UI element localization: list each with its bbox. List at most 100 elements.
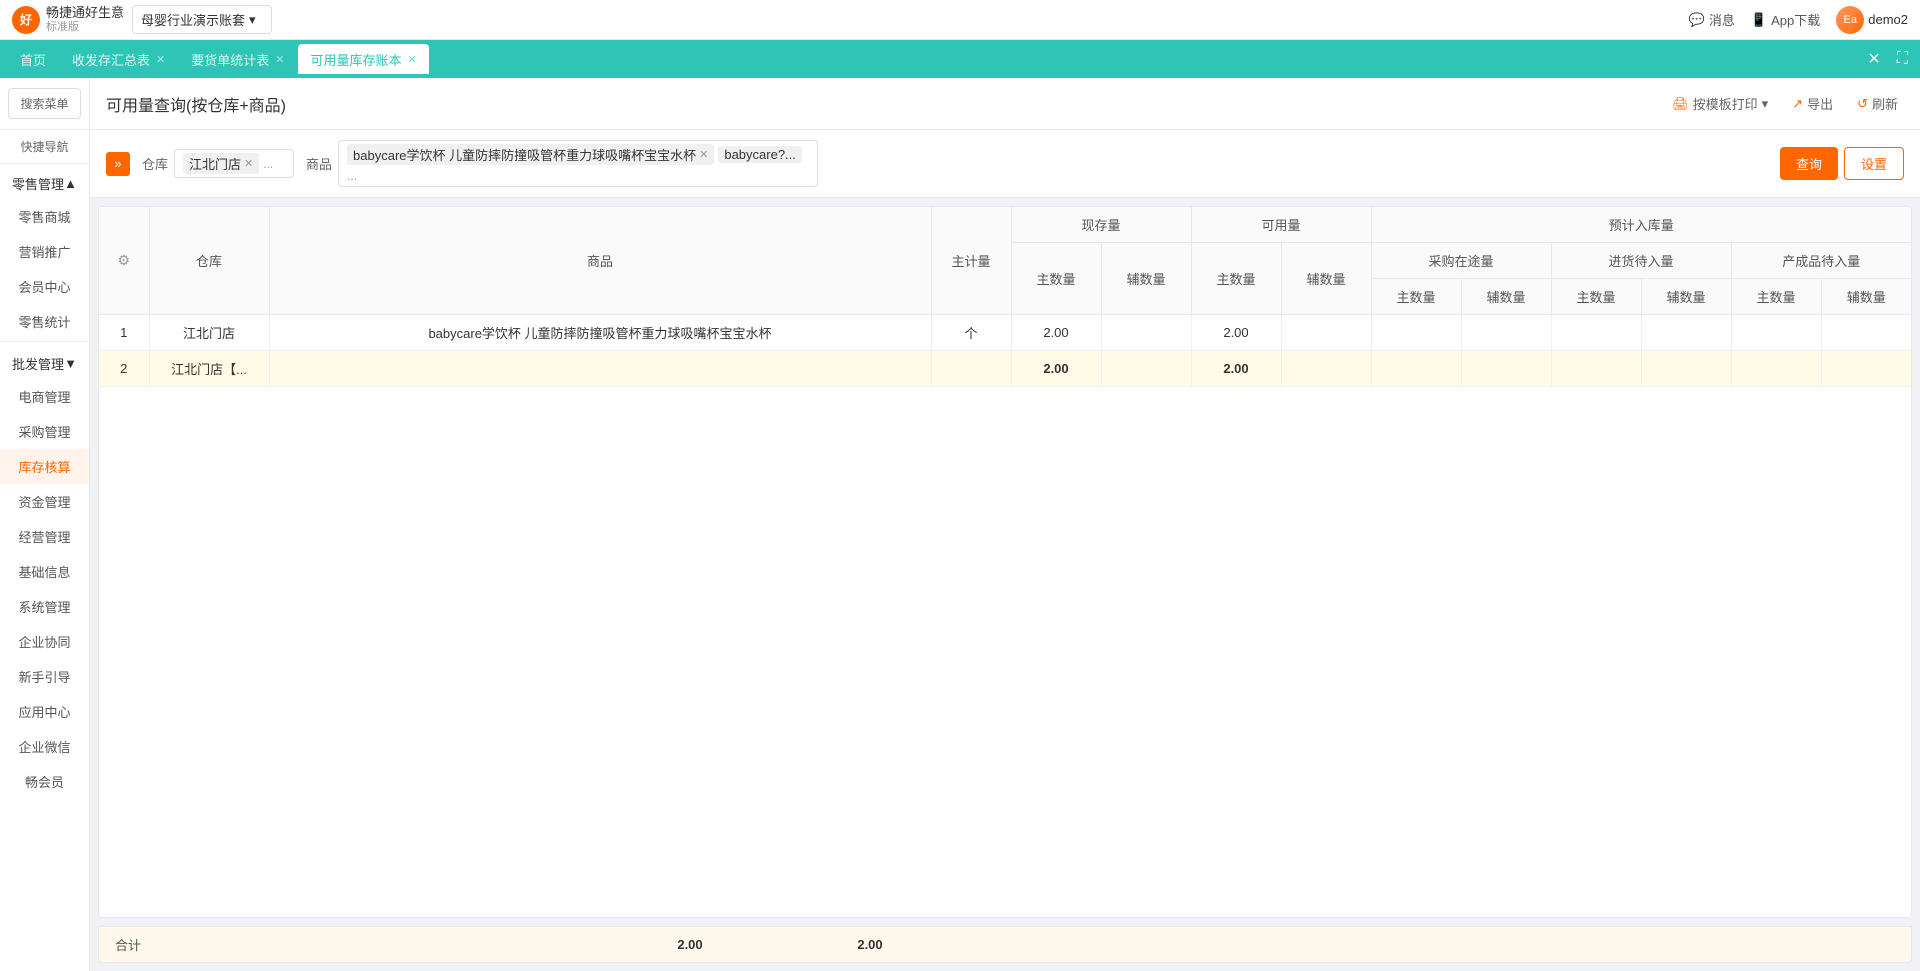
product-tag-1-text: babycare学饮杯 儿童防摔防撞吸管杯重力球吸嘴杯宝宝水杯 (353, 145, 696, 164)
cell-purchase-aux-sub (1461, 351, 1551, 387)
sidebar-item-member[interactable]: 会员中心 (0, 269, 89, 304)
sidebar-item-retail-stats[interactable]: 零售统计 (0, 304, 89, 339)
warehouse-tag-text: 江北门店 (189, 154, 241, 173)
page-title-row: 可用量查询(按仓库+商品) 🖨 按模板打印 ▾ ↗ 导出 ↺ 刷新 (106, 90, 1904, 117)
product-more[interactable]: ... (347, 169, 357, 183)
cell-avail-aux (1281, 315, 1371, 351)
tab-available[interactable]: 可用量库存账本 ✕ (298, 44, 428, 74)
sidebar-item-collab[interactable]: 企业协同 (0, 624, 89, 659)
product-tag-1: babycare学饮杯 儿童防摔防撞吸管杯重力球吸嘴杯宝宝水杯 ✕ (347, 144, 714, 165)
sidebar-item-ecommerce[interactable]: 电商管理 (0, 379, 89, 414)
sidebar-item-purchase[interactable]: 采购管理 (0, 414, 89, 449)
footer-avail-main: 2.00 (825, 937, 915, 952)
sidebar-item-vip[interactable]: 畅会员 (0, 764, 89, 799)
filter-actions: 查询 设置 (1780, 147, 1904, 180)
tab-available-label: 可用量库存账本 (310, 50, 401, 69)
setting-btn[interactable]: 设置 (1844, 147, 1904, 180)
chevron-down-icon: ▾ (1762, 96, 1769, 112)
tab-expand-btn[interactable]: ⛶ (1893, 48, 1912, 70)
sidebar-item-inventory[interactable]: 库存核算 (0, 449, 89, 484)
sidebar: 搜索菜单 快捷导航 零售管理 ▲ 零售商城 营销推广 会员中心 零售统计 批发管… (0, 78, 90, 971)
app-download-label: App下载 (1771, 10, 1820, 29)
user-name: demo2 (1868, 12, 1908, 27)
cell-prod-main (1731, 315, 1821, 351)
th-purchase-transit: 采购在途量 (1371, 243, 1551, 279)
sidebar-item-operation[interactable]: 经营管理 (0, 519, 89, 554)
tab-available-close[interactable]: ✕ (408, 53, 417, 66)
tab-receive[interactable]: 收发存汇总表 ✕ (60, 44, 177, 74)
table-container: ⚙ 仓库 商品 主计量 现存量 可用量 预计入库量 主数量 辅数量 主数量 辅数… (98, 206, 1912, 918)
cell-product-sub (269, 351, 931, 387)
sidebar-item-wechat[interactable]: 企业微信 (0, 729, 89, 764)
sidebar-item-system[interactable]: 系统管理 (0, 589, 89, 624)
tab-receive-close[interactable]: ✕ (156, 53, 165, 66)
tab-order-label: 要货单统计表 (191, 50, 269, 69)
th-warehouse: 仓库 (149, 207, 269, 315)
tab-order[interactable]: 要货单统计表 ✕ (179, 44, 296, 74)
th-avail-aux: 辅数量 (1281, 243, 1371, 315)
page-title: 可用量查询(按仓库+商品) (106, 92, 286, 116)
product-filter: 商品 babycare学饮杯 儿童防摔防撞吸管杯重力球吸嘴杯宝宝水杯 ✕ bab… (306, 140, 818, 187)
th-unit: 主计量 (931, 207, 1011, 315)
cell-purchase-main (1371, 315, 1461, 351)
filter-bar: » 仓库 江北门店 ✕ ... 商品 babycare学饮杯 儿童防摔防撞吸管杯… (90, 130, 1920, 198)
top-bar-right: 💬 消息 📱 App下载 Ea demo2 (1689, 6, 1908, 34)
tab-order-close[interactable]: ✕ (275, 53, 284, 66)
th-settings[interactable]: ⚙ (99, 207, 149, 315)
user-area[interactable]: Ea demo2 (1836, 6, 1908, 34)
cell-current-aux-sub (1101, 351, 1191, 387)
warehouse-tags[interactable]: 江北门店 ✕ ... (174, 149, 294, 178)
app-download-btn[interactable]: 📱 App下载 (1751, 10, 1820, 29)
sidebar-item-retail-mall[interactable]: 零售商城 (0, 199, 89, 234)
industry-select[interactable]: 母婴行业演示账套 ▾ (132, 5, 272, 34)
message-btn[interactable]: 💬 消息 (1689, 10, 1735, 29)
search-menu-btn[interactable]: 搜索菜单 (8, 88, 81, 119)
cell-unit: 个 (931, 315, 1011, 351)
sidebar-item-finance[interactable]: 资金管理 (0, 484, 89, 519)
sidebar-group-retail[interactable]: 零售管理 ▲ (0, 164, 89, 199)
tab-home[interactable]: 首页 (8, 44, 58, 74)
export-label: 导出 (1807, 94, 1833, 113)
sidebar-group-wholesale[interactable]: 批发管理 ▼ (0, 344, 89, 379)
logo-text: 畅捷通好生意 标准版 (46, 5, 124, 34)
warehouse-tag-remove[interactable]: ✕ (244, 157, 253, 170)
th-avail-main: 主数量 (1191, 243, 1281, 315)
settings-icon[interactable]: ⚙ (117, 252, 130, 268)
product-tags[interactable]: babycare学饮杯 儿童防摔防撞吸管杯重力球吸嘴杯宝宝水杯 ✕ babyca… (338, 140, 818, 187)
filter-expand-btn[interactable]: » (106, 152, 130, 176)
chevron-up-icon: ▲ (64, 176, 77, 191)
expand-icon: » (114, 156, 121, 171)
export-btn[interactable]: ↗ 导出 (1786, 90, 1839, 117)
refresh-btn[interactable]: ↺ 刷新 (1851, 90, 1904, 117)
sidebar-item-marketing[interactable]: 营销推广 (0, 234, 89, 269)
logo-area: 好 畅捷通好生意 标准版 (12, 5, 124, 34)
warehouse-label: 仓库 (142, 154, 168, 173)
th-prod-main: 主数量 (1731, 279, 1821, 315)
print-btn[interactable]: 🖨 按模板打印 ▾ (1666, 90, 1774, 117)
tab-bar-actions: ✕ ⛶ (1863, 47, 1912, 71)
th-current-stock: 现存量 (1011, 207, 1191, 243)
th-current-aux: 辅数量 (1101, 243, 1191, 315)
cell-prod-main-sub (1731, 351, 1821, 387)
content-area: 可用量查询(按仓库+商品) 🖨 按模板打印 ▾ ↗ 导出 ↺ 刷新 (90, 78, 1920, 971)
warehouse-tag: 江北门店 ✕ (183, 153, 259, 174)
th-purchase-aux: 辅数量 (1461, 279, 1551, 315)
print-icon: 🖨 (1672, 96, 1689, 112)
warehouse-more[interactable]: ... (263, 157, 273, 171)
product-tag-1-remove[interactable]: ✕ (699, 148, 708, 161)
sidebar-quick-nav[interactable]: 快捷导航 (0, 130, 89, 164)
sidebar-item-guide[interactable]: 新手引导 (0, 659, 89, 694)
cell-prod-aux-sub (1821, 351, 1911, 387)
tab-close-all-btn[interactable]: ✕ (1863, 47, 1884, 71)
top-bar: 好 畅捷通好生意 标准版 母婴行业演示账套 ▾ 💬 消息 📱 App下载 Ea … (0, 0, 1920, 40)
th-product: 商品 (269, 207, 931, 315)
cell-inbound-aux-sub (1641, 351, 1731, 387)
sidebar-item-appstore[interactable]: 应用中心 (0, 694, 89, 729)
query-btn[interactable]: 查询 (1780, 147, 1838, 180)
product-label: 商品 (306, 154, 332, 173)
sidebar-item-basics[interactable]: 基础信息 (0, 554, 89, 589)
cell-inbound-main (1551, 315, 1641, 351)
cell-inbound-aux (1641, 315, 1731, 351)
cell-avail-aux-sub (1281, 351, 1371, 387)
product-tag-2: babycare?... (718, 146, 802, 163)
